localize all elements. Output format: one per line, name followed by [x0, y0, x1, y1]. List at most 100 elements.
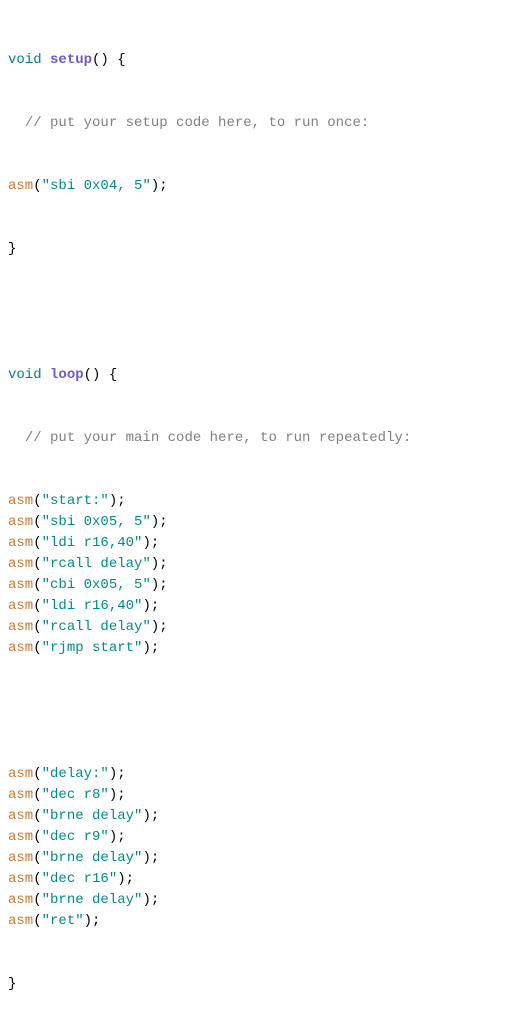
close-paren: ) — [142, 535, 150, 551]
open-paren: ( — [33, 829, 41, 845]
asm-keyword: asm — [8, 787, 33, 803]
asm-string: "ret" — [42, 913, 84, 929]
asm-line: asm("delay:"); — [8, 764, 503, 785]
indent — [8, 428, 25, 449]
asm-keyword: asm — [8, 178, 33, 194]
open-brace: { — [109, 52, 126, 68]
comment-text: // put your setup code here, to run once… — [25, 115, 369, 131]
open-paren: ( — [33, 178, 41, 194]
asm-line: asm("rjmp start"); — [8, 638, 503, 659]
paren: () — [84, 367, 101, 383]
close-paren: ) — [151, 577, 159, 593]
asm-keyword: asm — [8, 514, 33, 530]
asm-keyword: asm — [8, 556, 33, 572]
close-brace: } — [8, 241, 16, 257]
close-paren: ) — [142, 850, 150, 866]
semicolon: ; — [117, 787, 125, 803]
semicolon: ; — [159, 178, 167, 194]
close-paren: ) — [151, 619, 159, 635]
asm-keyword: asm — [8, 619, 33, 635]
close-paren: ) — [117, 871, 125, 887]
asm-keyword: asm — [8, 640, 33, 656]
semicolon: ; — [151, 808, 159, 824]
code-block: void setup() { // put your setup code he… — [8, 8, 503, 1016]
open-paren: ( — [33, 913, 41, 929]
asm-line: asm("dec r16"); — [8, 869, 503, 890]
asm-keyword: asm — [8, 598, 33, 614]
asm-line: asm("sbi 0x04, 5"); — [8, 176, 503, 197]
close-paren: ) — [109, 829, 117, 845]
asm-keyword: asm — [8, 535, 33, 551]
asm-string: "rcall delay" — [42, 556, 151, 572]
setup-signature-line: void setup() { — [8, 50, 503, 71]
asm-keyword: asm — [8, 766, 33, 782]
asm-line: asm("rcall delay"); — [8, 554, 503, 575]
asm-line: asm("ret"); — [8, 911, 503, 932]
asm-string: "sbi 0x04, 5" — [42, 178, 151, 194]
function-name-setup: setup — [50, 52, 92, 68]
setup-close-brace-line: } — [8, 239, 503, 260]
close-paren: ) — [84, 913, 92, 929]
open-paren: ( — [33, 535, 41, 551]
close-paren: ) — [142, 892, 150, 908]
asm-line: asm("ldi r16,40"); — [8, 596, 503, 617]
semicolon: ; — [151, 598, 159, 614]
semicolon: ; — [92, 913, 100, 929]
asm-keyword: asm — [8, 913, 33, 929]
open-paren: ( — [33, 787, 41, 803]
close-brace: } — [8, 976, 16, 992]
asm-string: "dec r16" — [42, 871, 118, 887]
open-paren: ( — [33, 619, 41, 635]
comment-text: // put your main code here, to run repea… — [25, 430, 411, 446]
asm-line: asm("rcall delay"); — [8, 617, 503, 638]
loop-signature-line: void loop() { — [8, 365, 503, 386]
semicolon: ; — [151, 535, 159, 551]
asm-line: asm("brne delay"); — [8, 806, 503, 827]
asm-string: "start:" — [42, 493, 109, 509]
asm-string: "brne delay" — [42, 808, 143, 824]
asm-line: asm("cbi 0x05, 5"); — [8, 575, 503, 596]
semicolon: ; — [117, 766, 125, 782]
asm-line: asm("start:"); — [8, 491, 503, 512]
semicolon: ; — [159, 619, 167, 635]
open-paren: ( — [33, 598, 41, 614]
asm-string: "dec r8" — [42, 787, 109, 803]
asm-string: "rjmp start" — [42, 640, 143, 656]
semicolon: ; — [126, 871, 134, 887]
asm-keyword: asm — [8, 892, 33, 908]
asm-string: "ldi r16,40" — [42, 598, 143, 614]
close-paren: ) — [109, 493, 117, 509]
asm-line: asm("ldi r16,40"); — [8, 533, 503, 554]
semicolon: ; — [117, 829, 125, 845]
asm-keyword: asm — [8, 829, 33, 845]
return-type: void — [8, 367, 42, 383]
return-type: void — [8, 52, 42, 68]
asm-string: "dec r9" — [42, 829, 109, 845]
asm-string: "sbi 0x05, 5" — [42, 514, 151, 530]
blank-line — [8, 701, 503, 722]
paren: () — [92, 52, 109, 68]
asm-string: "brne delay" — [42, 892, 143, 908]
open-paren: ( — [33, 640, 41, 656]
close-paren: ) — [109, 766, 117, 782]
asm-line: asm("dec r8"); — [8, 785, 503, 806]
asm-keyword: asm — [8, 577, 33, 593]
semicolon: ; — [159, 556, 167, 572]
close-paren: ) — [142, 640, 150, 656]
close-paren: ) — [109, 787, 117, 803]
asm-string: "brne delay" — [42, 850, 143, 866]
asm-keyword: asm — [8, 808, 33, 824]
asm-string: "cbi 0x05, 5" — [42, 577, 151, 593]
asm-string: "delay:" — [42, 766, 109, 782]
close-paren: ) — [142, 808, 150, 824]
indent — [8, 113, 25, 134]
open-paren: ( — [33, 556, 41, 572]
asm-keyword: asm — [8, 493, 33, 509]
open-paren: ( — [33, 493, 41, 509]
asm-line: asm("brne delay"); — [8, 890, 503, 911]
semicolon: ; — [151, 850, 159, 866]
semicolon: ; — [151, 640, 159, 656]
semicolon: ; — [159, 514, 167, 530]
asm-keyword: asm — [8, 850, 33, 866]
close-paren: ) — [151, 514, 159, 530]
